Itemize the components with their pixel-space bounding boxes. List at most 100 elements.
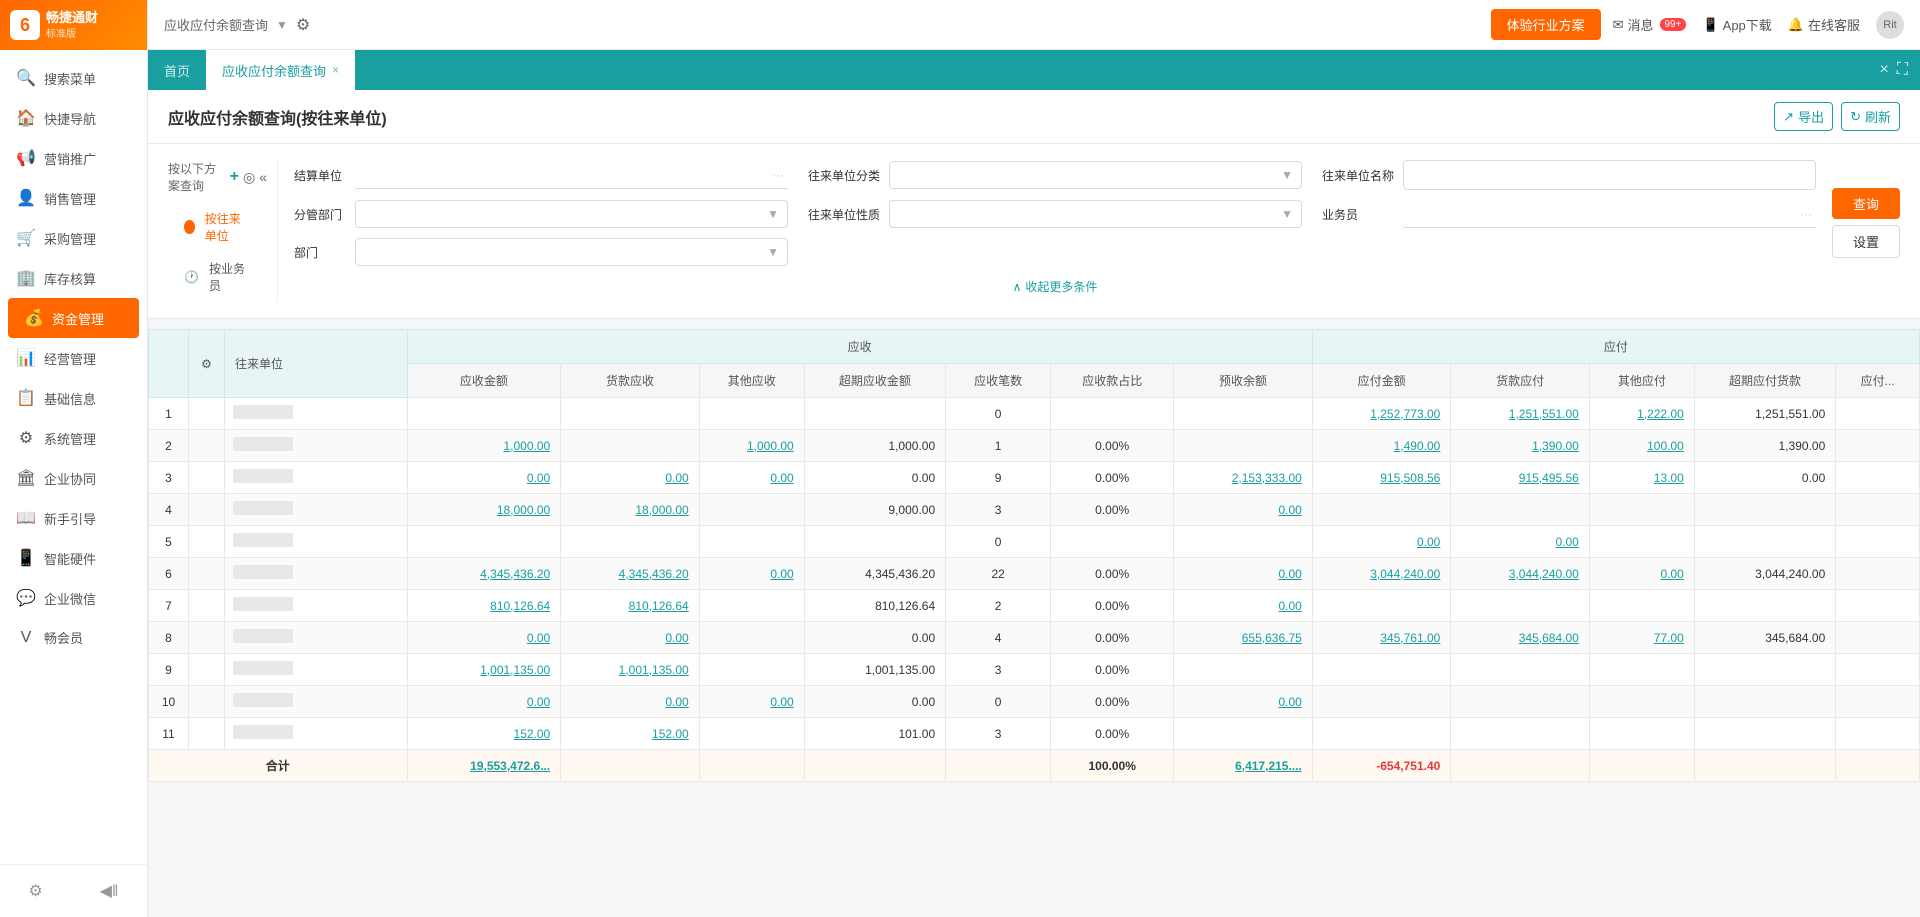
tab-close-icon[interactable]: × bbox=[332, 63, 339, 77]
sidebar-item-purchase[interactable]: 🛒 采购管理 bbox=[0, 218, 147, 258]
table-cell[interactable] bbox=[1451, 494, 1590, 526]
table-cell[interactable]: 1,001,135.00 bbox=[407, 654, 561, 686]
header-dropdown-icon[interactable]: ▼ bbox=[276, 18, 288, 32]
table-cell[interactable]: 2,153,333.00 bbox=[1174, 462, 1313, 494]
table-cell[interactable]: 0.00 bbox=[407, 622, 561, 654]
sidebar-item-marketing[interactable]: 📢 营销推广 bbox=[0, 138, 147, 178]
sidebar-settings-button[interactable]: ⚙ bbox=[20, 877, 50, 905]
table-cell[interactable] bbox=[1174, 526, 1313, 558]
table-cell[interactable]: 0.00 bbox=[561, 462, 700, 494]
table-cell[interactable] bbox=[699, 718, 804, 750]
header-gear-icon[interactable]: ⚙ bbox=[296, 15, 310, 35]
header-online-support-button[interactable]: 🔔 在线客服 bbox=[1788, 15, 1860, 34]
table-cell[interactable]: 3,044,240.00 bbox=[1451, 558, 1590, 590]
table-cell[interactable] bbox=[1174, 654, 1313, 686]
table-cell[interactable]: 0.00 bbox=[1312, 526, 1451, 558]
table-cell[interactable] bbox=[1312, 494, 1451, 526]
settlement-unit-input[interactable]: ··· bbox=[355, 161, 788, 189]
table-cell[interactable]: 1,251,551.00 bbox=[1451, 398, 1590, 430]
table-cell[interactable]: 152.00 bbox=[407, 718, 561, 750]
sidebar-item-sales[interactable]: 👤 销售管理 bbox=[0, 178, 147, 218]
table-cell[interactable] bbox=[561, 430, 700, 462]
table-cell[interactable]: 3,044,240.00 bbox=[1312, 558, 1451, 590]
table-cell[interactable] bbox=[1312, 718, 1451, 750]
partner-nature-select[interactable]: ▼ bbox=[889, 200, 1302, 228]
table-cell[interactable]: 1,000.00 bbox=[699, 430, 804, 462]
table-cell[interactable] bbox=[1174, 430, 1313, 462]
table-cell[interactable] bbox=[1174, 398, 1313, 430]
table-cell[interactable]: 0.00 bbox=[561, 686, 700, 718]
partner-category-select[interactable]: ▼ bbox=[889, 161, 1302, 189]
table-cell[interactable]: 0.00 bbox=[1589, 558, 1694, 590]
table-cell[interactable]: 18,000.00 bbox=[561, 494, 700, 526]
sidebar-item-wechat[interactable]: 💬 企业微信 bbox=[0, 578, 147, 618]
table-cell[interactable] bbox=[699, 398, 804, 430]
sidebar-item-base-info[interactable]: 📋 基础信息 bbox=[0, 378, 147, 418]
table-cell[interactable] bbox=[1451, 654, 1590, 686]
table-cell[interactable] bbox=[1589, 590, 1694, 622]
sidebar-item-smart[interactable]: 📱 智能硬件 bbox=[0, 538, 147, 578]
header-app-download-button[interactable]: 📱 App下载 bbox=[1702, 15, 1771, 34]
table-cell[interactable] bbox=[1312, 686, 1451, 718]
table-cell[interactable]: 100.00 bbox=[1589, 430, 1694, 462]
industry-solution-button[interactable]: 体验行业方案 bbox=[1491, 9, 1601, 40]
table-cell[interactable]: 1,001,135.00 bbox=[561, 654, 700, 686]
division-select[interactable]: ▼ bbox=[355, 200, 788, 228]
user-avatar[interactable]: Rit bbox=[1876, 11, 1904, 39]
total-rec-amount[interactable]: 19,553,472.6... bbox=[407, 750, 561, 782]
table-cell[interactable]: 345,684.00 bbox=[1451, 622, 1590, 654]
sidebar-item-quick-nav[interactable]: 🏠 快捷导航 bbox=[0, 98, 147, 138]
sub-nav-by-partner[interactable]: 按往来单位 bbox=[168, 202, 267, 252]
table-cell[interactable] bbox=[699, 622, 804, 654]
table-cell[interactable] bbox=[1174, 718, 1313, 750]
table-cell[interactable] bbox=[1589, 718, 1694, 750]
table-cell[interactable]: 1,490.00 bbox=[1312, 430, 1451, 462]
table-cell[interactable] bbox=[1589, 686, 1694, 718]
sub-nav-by-salesperson[interactable]: 🕐 按业务员 bbox=[168, 252, 267, 302]
table-cell[interactable]: 1,390.00 bbox=[1451, 430, 1590, 462]
table-cell[interactable] bbox=[699, 590, 804, 622]
filter-collapse-icon[interactable]: « bbox=[259, 169, 267, 185]
table-cell[interactable]: 810,126.64 bbox=[407, 590, 561, 622]
table-cell[interactable] bbox=[407, 526, 561, 558]
table-cell[interactable] bbox=[561, 526, 700, 558]
partner-name-input[interactable] bbox=[1403, 160, 1816, 190]
tab-close-all-icon[interactable]: × bbox=[1879, 61, 1888, 79]
table-cell[interactable]: 0.00 bbox=[1174, 494, 1313, 526]
department-select[interactable]: ▼ bbox=[355, 238, 788, 266]
table-cell[interactable] bbox=[699, 494, 804, 526]
table-cell[interactable]: 0.00 bbox=[407, 686, 561, 718]
table-cell[interactable]: 4,345,436.20 bbox=[561, 558, 700, 590]
sidebar-item-vip[interactable]: V 畅会员 bbox=[0, 618, 147, 657]
filter-add-button[interactable]: + bbox=[230, 168, 239, 186]
table-cell[interactable] bbox=[561, 398, 700, 430]
total-prepaid[interactable]: 6,417,215.... bbox=[1174, 750, 1313, 782]
table-cell[interactable] bbox=[1589, 494, 1694, 526]
table-cell[interactable]: 0.00 bbox=[1174, 590, 1313, 622]
table-cell[interactable]: 0.00 bbox=[407, 462, 561, 494]
sidebar-item-search[interactable]: 🔍 搜索菜单 bbox=[0, 58, 147, 98]
table-cell[interactable] bbox=[699, 654, 804, 686]
header-message-button[interactable]: ✉ 消息 99+ bbox=[1613, 15, 1687, 34]
settings-button[interactable]: 设置 bbox=[1832, 225, 1900, 258]
export-button[interactable]: ↗ 导出 bbox=[1774, 102, 1833, 131]
table-cell[interactable]: 810,126.64 bbox=[561, 590, 700, 622]
table-cell[interactable] bbox=[1589, 526, 1694, 558]
sidebar-collapse-button[interactable]: ◀‖ bbox=[92, 877, 127, 905]
table-cell[interactable]: 915,508.56 bbox=[1312, 462, 1451, 494]
table-cell[interactable]: 18,000.00 bbox=[407, 494, 561, 526]
table-cell[interactable] bbox=[1589, 654, 1694, 686]
table-cell[interactable]: 0.00 bbox=[1174, 686, 1313, 718]
table-cell[interactable]: 13.00 bbox=[1589, 462, 1694, 494]
table-cell[interactable]: 0.00 bbox=[561, 622, 700, 654]
salesperson-input[interactable]: ··· bbox=[1403, 200, 1816, 228]
sidebar-item-corp[interactable]: 🏛 企业协同 bbox=[0, 458, 147, 498]
table-cell[interactable] bbox=[1312, 654, 1451, 686]
table-cell[interactable] bbox=[1312, 590, 1451, 622]
sidebar-item-finance[interactable]: 💰 资金管理 bbox=[8, 298, 139, 338]
table-cell[interactable]: 77.00 bbox=[1589, 622, 1694, 654]
table-cell[interactable]: 0.00 bbox=[1451, 526, 1590, 558]
table-cell[interactable]: 1,252,773.00 bbox=[1312, 398, 1451, 430]
table-cell[interactable] bbox=[699, 526, 804, 558]
tab-home[interactable]: 首页 bbox=[148, 50, 206, 90]
